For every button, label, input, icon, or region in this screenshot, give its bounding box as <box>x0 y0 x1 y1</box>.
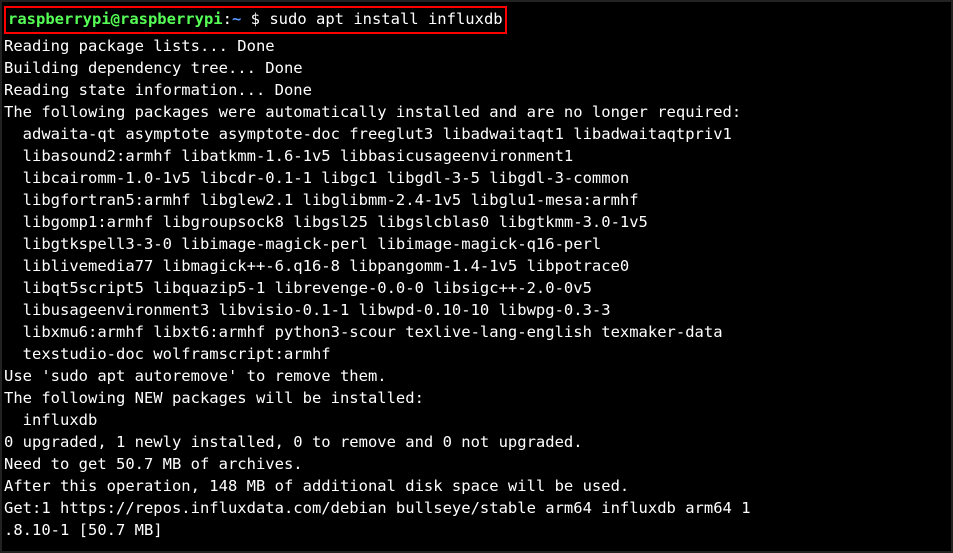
terminal-output-line: Building dependency tree... Done <box>4 57 949 79</box>
terminal-output-line: Reading package lists... Done <box>4 35 949 57</box>
terminal-output-line: liblivemedia77 libmagick++-6.q16-8 libpa… <box>4 255 949 277</box>
prompt-path: ~ <box>232 10 241 28</box>
terminal-output-line: texstudio-doc wolframscript:armhf <box>4 343 949 365</box>
terminal-output-line: Need to get 50.7 MB of archives. <box>4 453 949 475</box>
command-text[interactable]: sudo apt install influxdb <box>269 10 502 28</box>
terminal-output-line: The following packages were automaticall… <box>4 101 949 123</box>
prompt-user: raspberrypi@raspberrypi <box>8 10 223 28</box>
terminal-output-line: libxmu6:armhf libxt6:armhf python3-scour… <box>4 321 949 343</box>
terminal-output-line: .8.10-1 [50.7 MB] <box>4 519 949 541</box>
terminal-output-line: libgtkspell3-3-0 libimage-magick-perl li… <box>4 233 949 255</box>
terminal-output-line: Get:1 https://repos.influxdata.com/debia… <box>4 497 949 519</box>
terminal-output-line: 0 upgraded, 1 newly installed, 0 to remo… <box>4 431 949 453</box>
terminal-output-line: After this operation, 148 MB of addition… <box>4 475 949 497</box>
terminal-output-line: libusageenvironment3 libvisio-0.1-1 libw… <box>4 299 949 321</box>
terminal-output-line: libgomp1:armhf libgroupsock8 libgsl25 li… <box>4 211 949 233</box>
terminal-output-line: libqt5script5 libquazip5-1 librevenge-0.… <box>4 277 949 299</box>
terminal-output-line: Reading state information... Done <box>4 79 949 101</box>
terminal-output-line: adwaita-qt asymptote asymptote-doc freeg… <box>4 123 949 145</box>
terminal-output-line: Use 'sudo apt autoremove' to remove them… <box>4 365 949 387</box>
terminal-output-line: libcairomm-1.0-1v5 libcdr-0.1-1 libgc1 l… <box>4 167 949 189</box>
prompt-dollar: $ <box>241 10 269 28</box>
prompt-colon: : <box>223 10 232 28</box>
terminal-output-line: influxdb <box>4 409 949 431</box>
terminal-output-line: The following NEW packages will be insta… <box>4 387 949 409</box>
terminal-output-line: libasound2:armhf libatkmm-1.6-1v5 libbas… <box>4 145 949 167</box>
command-highlight-box: raspberrypi@raspberrypi:~ $ sudo apt ins… <box>4 6 507 34</box>
terminal-output-line: libgfortran5:armhf libglew2.1 libglibmm-… <box>4 189 949 211</box>
